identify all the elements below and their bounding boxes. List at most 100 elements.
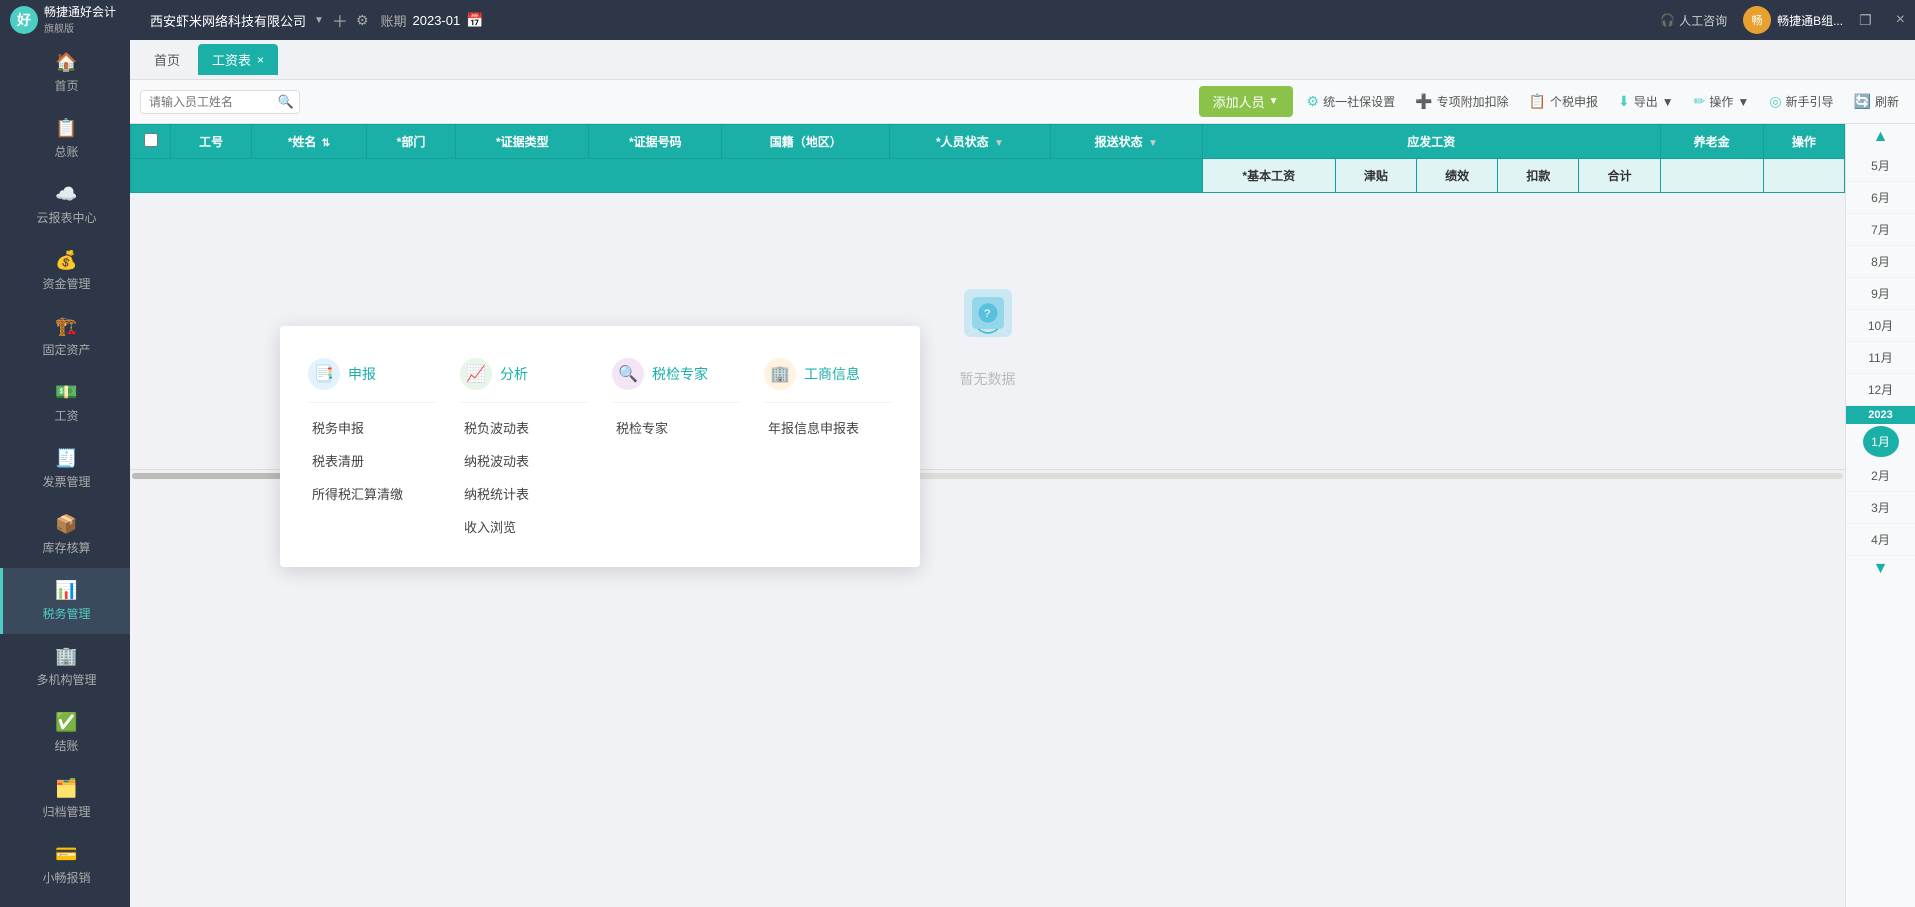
month-item-1[interactable]: 1月: [1863, 426, 1899, 458]
panel-up-button[interactable]: ▲: [1846, 124, 1915, 150]
th-status: *人员状态 ▼: [890, 125, 1051, 159]
sidebar-item-tax[interactable]: 📊 税务管理: [0, 568, 130, 634]
month-item-10[interactable]: 10月: [1846, 310, 1915, 342]
refresh-label: 刷新: [1875, 93, 1899, 110]
tab-close-icon[interactable]: ×: [257, 53, 264, 67]
month-item-12[interactable]: 12月: [1846, 374, 1915, 406]
company-name: 西安虾米网络科技有限公司: [150, 11, 306, 30]
social-security-action[interactable]: ⚙ 统一社保设置: [1301, 89, 1402, 114]
sidebar-item-inventory[interactable]: 📦 库存核算: [0, 502, 130, 568]
sidebar-item-salary[interactable]: 💵 工资: [0, 370, 130, 436]
month-item-2[interactable]: 2月: [1846, 460, 1915, 492]
th-should-pay: 应发工资: [1202, 125, 1660, 159]
salary-table: 工号 *姓名 ⇅ *部门 *证据类型 *证据号码 国籍（地区） *人员状态: [130, 124, 1845, 193]
sidebar-item-basic-settings[interactable]: ⚙️ 基础设置: [0, 898, 130, 907]
sidebar-item-archive[interactable]: 🗂️ 归档管理: [0, 766, 130, 832]
service-button[interactable]: 🎧 人工咨询: [1660, 12, 1727, 29]
menu-item-tax-declaration[interactable]: 税务申报: [308, 411, 436, 444]
search-input[interactable]: [140, 90, 300, 114]
th-deduction: 扣款: [1498, 159, 1579, 193]
salary-icon: 💵: [55, 382, 77, 403]
user-area: 畅 畅捷通B组...: [1743, 6, 1843, 34]
menu-item-tax-stat[interactable]: 纳税统计表: [460, 477, 588, 510]
menu-item-tax-expert[interactable]: 税检专家: [612, 411, 740, 444]
declaration-title: 申报: [348, 364, 376, 384]
sidebar-item-xiaochang[interactable]: 💳 小畅报销: [0, 832, 130, 898]
xiaochang-icon: 💳: [55, 844, 77, 865]
tax-expert-title: 税检专家: [652, 364, 708, 384]
sidebar-item-cloud-report[interactable]: ☁️ 云报表中心: [0, 172, 130, 238]
period-label: 账期: [381, 11, 407, 30]
chevron-down-icon[interactable]: ▼: [314, 15, 324, 26]
new-guide-action[interactable]: ◎ 新手引导: [1763, 89, 1839, 114]
th-pension-sub: [1660, 159, 1763, 193]
th-id: 工号: [171, 125, 252, 159]
sidebar-item-fund[interactable]: 💰 资金管理: [0, 238, 130, 304]
company-area: 西安虾米网络科技有限公司 ▼ ＋ ⚙: [150, 8, 369, 32]
menu-section-tax-expert: 🔍 税检专家 税检专家: [600, 342, 752, 551]
sidebar-item-checkout[interactable]: ✅ 结账: [0, 700, 130, 766]
personal-tax-action[interactable]: 📋 个税申报: [1523, 89, 1604, 114]
tab-home[interactable]: 首页: [140, 44, 194, 75]
sidebar-item-multi-org[interactable]: 🏢 多机构管理: [0, 634, 130, 700]
sidebar-item-fixed-assets[interactable]: 🏗️ 固定资产: [0, 304, 130, 370]
dropdown-menu-panel: 📑 申报 税务申报 税表清册 所得税汇算清缴 📈 分析 税负波动表 纳税波动表 …: [280, 326, 920, 567]
menu-item-tax-payment[interactable]: 纳税波动表: [460, 444, 588, 477]
month-item-3[interactable]: 3月: [1846, 492, 1915, 524]
empty-icon: ?: [948, 273, 1028, 353]
special-deduction-icon: ➕: [1415, 93, 1432, 110]
add-person-button[interactable]: 添加人员 ▼: [1199, 86, 1293, 117]
menu-item-annual-report[interactable]: 年报信息申报表: [764, 411, 892, 444]
inventory-icon: 📦: [55, 514, 77, 535]
table-sub-header-row: *基本工资 津贴 绩效 扣款 合计: [131, 159, 1845, 193]
tax-expert-icon: 🔍: [612, 358, 644, 390]
close-button[interactable]: ×: [1896, 11, 1905, 29]
sidebar-item-ledger[interactable]: 📋 总账: [0, 106, 130, 172]
select-all-checkbox[interactable]: [144, 133, 158, 147]
month-item-8[interactable]: 8月: [1846, 246, 1915, 278]
export-label: 导出: [1634, 93, 1658, 110]
refresh-action[interactable]: 🔄 刷新: [1848, 89, 1905, 114]
sidebar-item-invoice[interactable]: 🧾 发票管理: [0, 436, 130, 502]
status-filter-icon[interactable]: ▼: [994, 138, 1004, 149]
export-action[interactable]: ⬇ 导出 ▼: [1612, 89, 1680, 114]
table-header-row: 工号 *姓名 ⇅ *部门 *证据类型 *证据号码 国籍（地区） *人员状态: [131, 125, 1845, 159]
month-item-6[interactable]: 6月: [1846, 182, 1915, 214]
panel-down-button[interactable]: ▼: [1846, 556, 1915, 582]
month-item-7[interactable]: 7月: [1846, 214, 1915, 246]
checkout-icon: ✅: [55, 712, 77, 733]
report-filter-icon[interactable]: ▼: [1148, 138, 1158, 149]
menu-item-tax-table[interactable]: 税表清册: [308, 444, 436, 477]
operation-action[interactable]: ✏ 操作 ▼: [1688, 89, 1756, 114]
year-badge-2023: 2023: [1846, 406, 1915, 424]
tab-home-label: 首页: [154, 50, 180, 69]
add-company-icon[interactable]: ＋: [332, 8, 348, 32]
th-op-sub: [1763, 159, 1844, 193]
menu-item-tax-burden[interactable]: 税负波动表: [460, 411, 588, 444]
fixed-assets-icon: 🏗️: [55, 316, 77, 337]
fund-icon: 💰: [55, 250, 77, 271]
restore-button[interactable]: ❐: [1859, 12, 1872, 29]
search-icon[interactable]: 🔍: [278, 94, 294, 110]
month-item-11[interactable]: 11月: [1846, 342, 1915, 374]
menu-item-income-browse[interactable]: 收入浏览: [460, 510, 588, 543]
cloud-icon: ☁️: [55, 184, 77, 205]
add-person-label: 添加人员: [1213, 92, 1265, 111]
th-country: 国籍（地区）: [722, 125, 890, 159]
settings-icon[interactable]: ⚙: [356, 12, 369, 29]
month-item-9[interactable]: 9月: [1846, 278, 1915, 310]
special-deduction-action[interactable]: ➕ 专项附加扣除: [1409, 89, 1514, 114]
calendar-icon[interactable]: 📅: [466, 12, 483, 29]
operation-icon: ✏: [1694, 93, 1706, 110]
menu-item-income-settlement[interactable]: 所得税汇算清缴: [308, 477, 436, 510]
menu-section-analysis: 📈 分析 税负波动表 纳税波动表 纳税统计表 收入浏览: [448, 342, 600, 551]
sidebar-item-home[interactable]: 🏠 首页: [0, 40, 130, 106]
month-item-4[interactable]: 4月: [1846, 524, 1915, 556]
archive-icon: 🗂️: [55, 778, 77, 799]
tab-salary-label: 工资表: [212, 50, 251, 69]
month-item-5[interactable]: 5月: [1846, 150, 1915, 182]
sidebar-label-invoice: 发票管理: [42, 473, 90, 490]
tab-salary[interactable]: 工资表 ×: [198, 44, 278, 75]
th-report-status: 报送状态 ▼: [1050, 125, 1202, 159]
th-name[interactable]: *姓名 ⇅: [252, 125, 366, 159]
